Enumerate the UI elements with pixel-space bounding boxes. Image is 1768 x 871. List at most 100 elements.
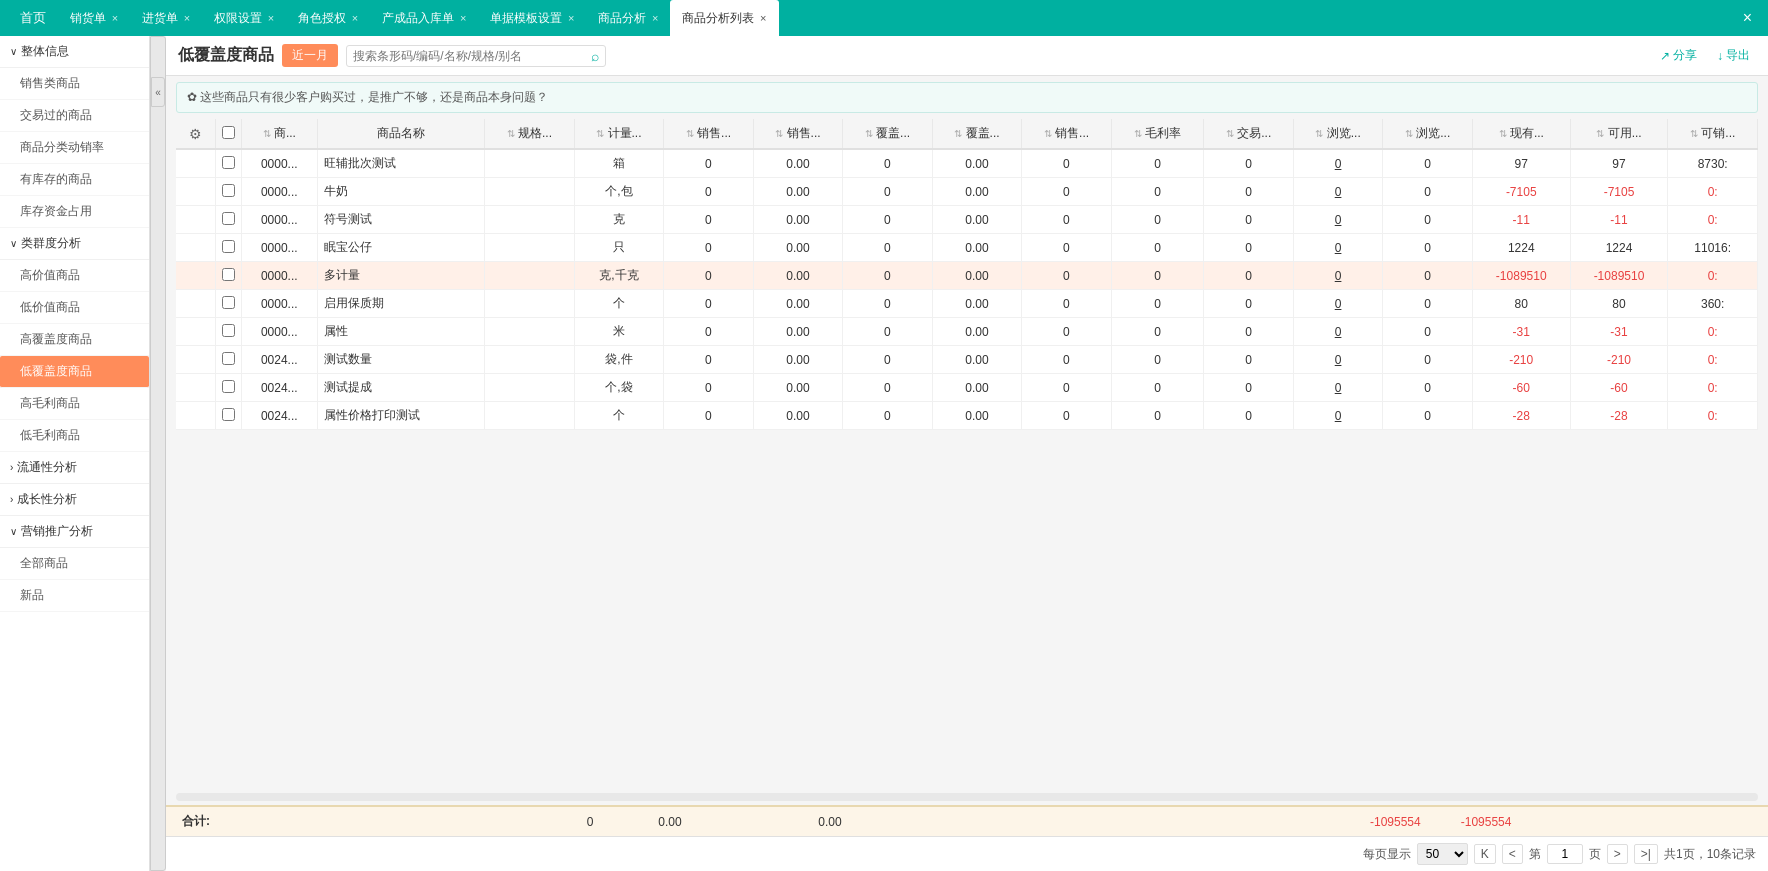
row-settings[interactable] (176, 402, 215, 430)
row-checkbox[interactable] (215, 346, 241, 374)
window-close-button[interactable]: × (1735, 9, 1760, 27)
sidebar-group-growth[interactable]: › 成长性分析 (0, 484, 149, 516)
sidebar-item-category-rate[interactable]: 商品分类动销率 (0, 132, 149, 164)
sidebar-group-circulation[interactable]: › 流通性分析 (0, 452, 149, 484)
row-checkbox[interactable] (215, 402, 241, 430)
row-checkbox[interactable] (215, 374, 241, 402)
row-browse1[interactable]: 0 (1293, 290, 1383, 318)
share-button[interactable]: ↗ 分享 (1654, 44, 1703, 67)
col-trade[interactable]: ⇅ 交易... (1204, 119, 1294, 149)
col-available[interactable]: ⇅ 可用... (1570, 119, 1668, 149)
row-settings[interactable] (176, 346, 215, 374)
sidebar-item-low-margin[interactable]: 低毛利商品 (0, 420, 149, 452)
row-checkbox[interactable] (215, 290, 241, 318)
row-settings[interactable] (176, 262, 215, 290)
collapse-icon[interactable]: « (151, 77, 165, 107)
col-sales-qty[interactable]: ⇅ 销售... (664, 119, 754, 149)
col-saleable[interactable]: ⇅ 可销... (1668, 119, 1758, 149)
row-browse1[interactable]: 0 (1293, 318, 1383, 346)
sidebar-item-high-margin[interactable]: 高毛利商品 (0, 388, 149, 420)
nav-goods-analysis[interactable]: 商品分析 × (586, 0, 670, 36)
col-browse2[interactable]: ⇅ 浏览... (1383, 119, 1473, 149)
select-all-checkbox[interactable] (222, 126, 235, 139)
row-checkbox[interactable] (215, 206, 241, 234)
row-checkbox[interactable] (215, 262, 241, 290)
nav-template-close[interactable]: × (568, 12, 574, 24)
col-spec[interactable]: ⇅ 规格... (485, 119, 575, 149)
row-browse1[interactable]: 0 (1293, 149, 1383, 178)
row-settings[interactable] (176, 149, 215, 178)
nav-template[interactable]: 单据模板设置 × (478, 0, 586, 36)
row-browse1[interactable]: 0 (1293, 178, 1383, 206)
row-checkbox[interactable] (215, 149, 241, 178)
search-icon[interactable]: ⌕ (591, 48, 599, 64)
nav-product-in-close[interactable]: × (460, 12, 466, 24)
horizontal-scrollbar[interactable] (176, 793, 1758, 801)
nav-home[interactable]: 首页 (8, 0, 58, 36)
nav-permission[interactable]: 权限设置 × (202, 0, 286, 36)
nav-permission-close[interactable]: × (268, 12, 274, 24)
sidebar-collapse-button[interactable]: « (150, 36, 166, 871)
page-number-input[interactable] (1547, 844, 1583, 864)
row-checkbox[interactable] (215, 178, 241, 206)
export-button[interactable]: ↓ 导出 (1711, 44, 1756, 67)
row-checkbox[interactable] (215, 318, 241, 346)
nav-product-in[interactable]: 产成品入库单 × (370, 0, 478, 36)
sidebar-item-high-coverage[interactable]: 高覆盖度商品 (0, 324, 149, 356)
nav-goods-analysis-close[interactable]: × (652, 12, 658, 24)
gear-icon[interactable]: ⚙ (189, 126, 202, 142)
sidebar-item-new-goods[interactable]: 新品 (0, 580, 149, 612)
col-cover1[interactable]: ⇅ 覆盖... (843, 119, 933, 149)
col-sales3[interactable]: ⇅ 销售... (1022, 119, 1112, 149)
nav-purchase-close[interactable]: × (184, 12, 190, 24)
prev-page-button[interactable]: < (1502, 844, 1523, 864)
row-settings[interactable] (176, 178, 215, 206)
nav-sales-close[interactable]: × (112, 12, 118, 24)
row-settings[interactable] (176, 206, 215, 234)
sidebar-item-stock-goods[interactable]: 有库存的商品 (0, 164, 149, 196)
row-browse1[interactable]: 0 (1293, 234, 1383, 262)
row-settings[interactable] (176, 234, 215, 262)
nav-role[interactable]: 角色授权 × (286, 0, 370, 36)
sidebar-group-cluster[interactable]: ∨ 类群度分析 (0, 228, 149, 260)
nav-role-close[interactable]: × (352, 12, 358, 24)
time-filter-button[interactable]: 近一月 (282, 44, 338, 67)
row-browse1[interactable]: 0 (1293, 346, 1383, 374)
nav-goods-analysis-list[interactable]: 商品分析列表 × (670, 0, 778, 36)
sidebar-item-high-value[interactable]: 高价值商品 (0, 260, 149, 292)
col-stock[interactable]: ⇅ 现有... (1472, 119, 1570, 149)
row-checkbox[interactable] (215, 234, 241, 262)
row-browse1[interactable]: 0 (1293, 206, 1383, 234)
row-browse1[interactable]: 0 (1293, 374, 1383, 402)
row-settings[interactable] (176, 374, 215, 402)
page-size-select[interactable]: 50 20 100 200 (1417, 843, 1468, 865)
sidebar-item-low-coverage[interactable]: 低覆盖度商品 (0, 356, 149, 388)
col-code[interactable]: ⇅ 商... (241, 119, 317, 149)
row-browse1[interactable]: 0 (1293, 402, 1383, 430)
first-page-button[interactable]: K (1474, 844, 1496, 864)
nav-sales[interactable]: 销货单 × (58, 0, 130, 36)
last-page-button[interactable]: >| (1634, 844, 1658, 864)
col-cover2[interactable]: ⇅ 覆盖... (932, 119, 1022, 149)
row-settings[interactable] (176, 290, 215, 318)
checkbox-col-header[interactable] (215, 119, 241, 149)
col-gross[interactable]: ⇅ 毛利率 (1111, 119, 1204, 149)
sidebar-item-low-value[interactable]: 低价值商品 (0, 292, 149, 324)
settings-col-header[interactable]: ⚙ (176, 119, 215, 149)
next-page-button[interactable]: > (1607, 844, 1628, 864)
sidebar-item-all-goods[interactable]: 全部商品 (0, 548, 149, 580)
nav-purchase[interactable]: 进货单 × (130, 0, 202, 36)
sidebar-item-stock-capital[interactable]: 库存资金占用 (0, 196, 149, 228)
row-settings[interactable] (176, 318, 215, 346)
sidebar-item-sales-goods[interactable]: 销售类商品 (0, 68, 149, 100)
search-input[interactable] (353, 49, 591, 63)
nav-goods-analysis-list-close[interactable]: × (760, 12, 766, 24)
col-sales-amt[interactable]: ⇅ 销售... (753, 119, 843, 149)
row-browse1[interactable]: 0 (1293, 262, 1383, 290)
sidebar-item-traded-goods[interactable]: 交易过的商品 (0, 100, 149, 132)
sidebar-group-marketing[interactable]: ∨ 营销推广分析 (0, 516, 149, 548)
col-browse1[interactable]: ⇅ 浏览... (1293, 119, 1383, 149)
col-unit[interactable]: ⇅ 计量... (574, 119, 664, 149)
col-name[interactable]: 商品名称 (317, 119, 484, 149)
sidebar-group-overall[interactable]: ∨ 整体信息 (0, 36, 149, 68)
